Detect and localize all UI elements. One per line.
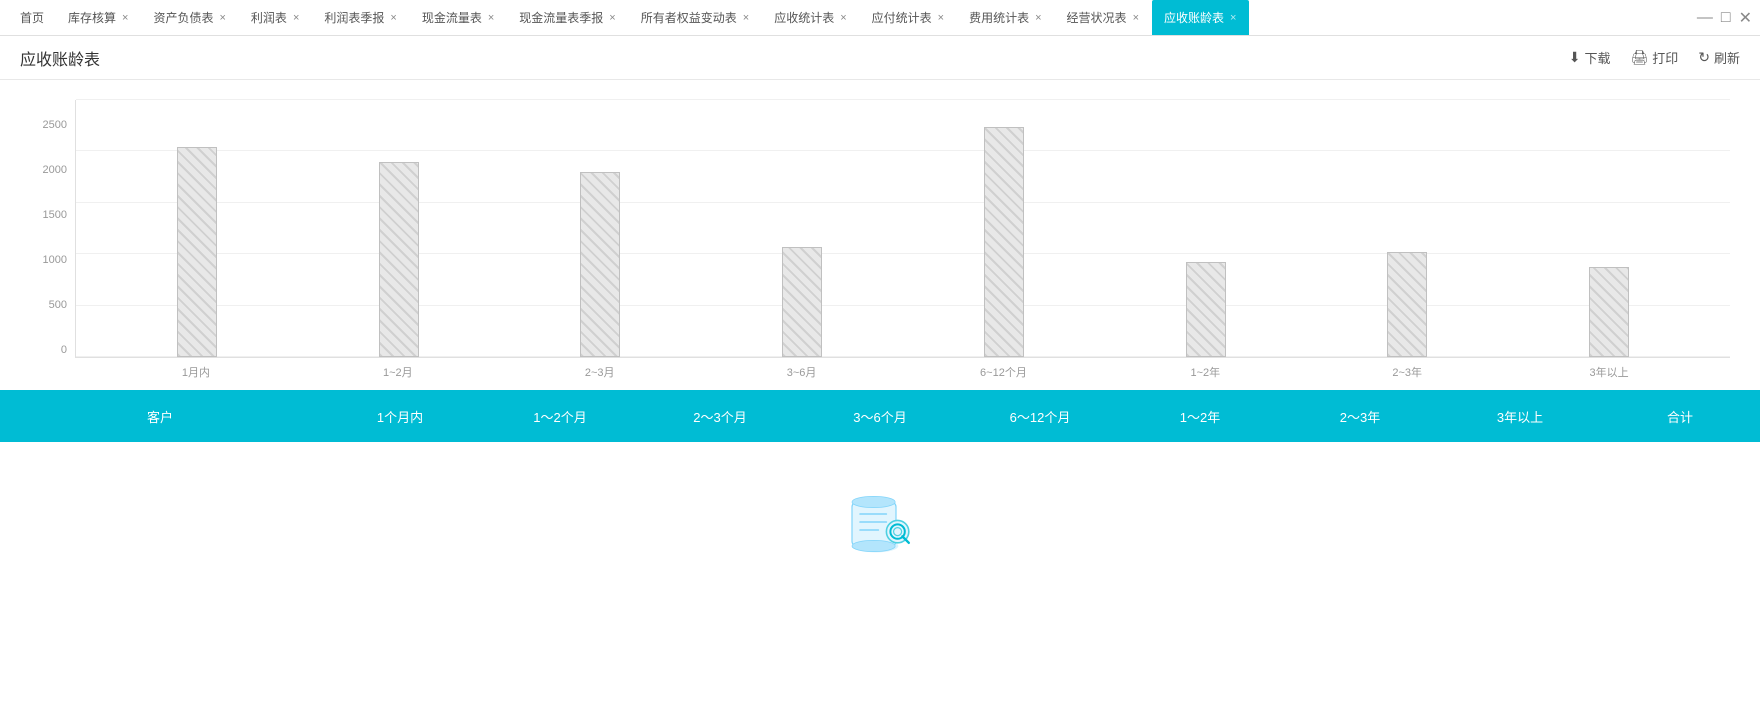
- tab-ar-aging[interactable]: 应收账龄表 ×: [1152, 0, 1249, 36]
- page-title: 应收账龄表: [20, 46, 100, 70]
- bar-group-2: [379, 162, 419, 357]
- tab-balance-sheet[interactable]: 资产负债表 ×: [141, 0, 238, 36]
- empty-state: [0, 442, 1760, 582]
- bar-group-6: [1186, 262, 1226, 357]
- bar-6-12month: [984, 127, 1024, 357]
- tab-close-profit[interactable]: ×: [293, 12, 299, 24]
- main-content: 2500 2000 1500 1000 500 0: [0, 80, 1760, 720]
- col-header-2-3month: 2～3个月: [640, 407, 800, 426]
- tab-profit-quarterly[interactable]: 利润表季报 ×: [312, 0, 409, 36]
- bars-row: [76, 100, 1730, 357]
- y-label-2500: 2500: [43, 120, 67, 131]
- x-label-1-2month: 1~2月: [368, 364, 428, 380]
- window-actions: — □ ✕: [1697, 8, 1752, 28]
- grid-and-bars: [75, 100, 1730, 358]
- y-label-1500: 1500: [43, 210, 67, 221]
- chart-inner: 1月内 1~2月 2~3月 3~6月 6~12个月 1~2年 2~3年 3年以上: [75, 100, 1730, 380]
- tab-close-equity[interactable]: ×: [743, 12, 749, 24]
- y-label-500: 500: [49, 300, 67, 311]
- bar-group-1: [177, 147, 217, 357]
- tab-close-ar-stats[interactable]: ×: [840, 12, 846, 24]
- tab-close-inventory[interactable]: ×: [122, 12, 128, 24]
- tab-bar: 首页 库存核算 × 资产负债表 × 利润表 × 利润表季报 × 现金流量表 × …: [0, 0, 1760, 36]
- tab-expense-stats[interactable]: 费用统计表 ×: [957, 0, 1054, 36]
- tab-equity[interactable]: 所有者权益变动表 ×: [629, 0, 762, 36]
- chart-area: 2500 2000 1500 1000 500 0: [0, 80, 1760, 390]
- bar-group-3: [580, 172, 620, 357]
- x-label-3plus: 3年以上: [1579, 364, 1639, 380]
- x-label-2-3year: 2~3年: [1377, 364, 1437, 380]
- bar-1month: [177, 147, 217, 357]
- bar-group-8: [1589, 267, 1629, 357]
- tab-home[interactable]: 首页: [8, 9, 56, 26]
- page-header: 应收账龄表 ⬇ 下载 🖨 打印 ↻ 刷新: [0, 36, 1760, 80]
- download-icon: ⬇: [1569, 49, 1581, 66]
- minimize-button[interactable]: —: [1697, 9, 1713, 27]
- tab-profit[interactable]: 利润表 ×: [239, 0, 312, 36]
- x-label-3-6month: 3~6月: [772, 364, 832, 380]
- bar-group-7: [1387, 252, 1427, 357]
- tab-ap-stats[interactable]: 应付统计表 ×: [860, 0, 957, 36]
- col-header-customer: 客户: [0, 407, 320, 426]
- tab-close-operations[interactable]: ×: [1133, 12, 1139, 24]
- x-labels: 1月内 1~2月 2~3月 3~6月 6~12个月 1~2年 2~3年 3年以上: [75, 358, 1730, 380]
- tab-cashflow-quarterly[interactable]: 现金流量表季报 ×: [507, 0, 628, 36]
- table-header: 客户 1个月内 1～2个月 2～3个月 3～6个月 6～12个月 1～2年 2～…: [0, 390, 1760, 442]
- tab-close-ar-aging[interactable]: ×: [1230, 12, 1236, 24]
- y-axis: 2500 2000 1500 1000 500 0: [30, 120, 75, 380]
- tab-ar-stats[interactable]: 应收统计表 ×: [762, 0, 859, 36]
- tab-close-balance-sheet[interactable]: ×: [219, 12, 225, 24]
- y-label-0: 0: [61, 345, 67, 356]
- tab-operations[interactable]: 经营状况表 ×: [1055, 0, 1152, 36]
- page-actions: ⬇ 下载 🖨 打印 ↻ 刷新: [1569, 48, 1740, 67]
- print-button[interactable]: 🖨 打印: [1630, 48, 1678, 67]
- col-header-total: 合计: [1600, 407, 1760, 426]
- tab-close-cashflow-quarterly[interactable]: ×: [609, 12, 615, 24]
- y-label-2000: 2000: [43, 165, 67, 176]
- bar-2-3year: [1387, 252, 1427, 357]
- refresh-icon: ↻: [1698, 49, 1710, 66]
- tab-inventory[interactable]: 库存核算 ×: [56, 0, 141, 36]
- maximize-button[interactable]: □: [1721, 9, 1731, 27]
- tab-close-expense-stats[interactable]: ×: [1035, 12, 1041, 24]
- x-label-6-12month: 6~12个月: [973, 364, 1033, 380]
- tab-close-ap-stats[interactable]: ×: [938, 12, 944, 24]
- download-button[interactable]: ⬇ 下载: [1569, 48, 1611, 67]
- print-icon: 🖨: [1630, 49, 1648, 66]
- tab-close-cashflow[interactable]: ×: [488, 12, 494, 24]
- chart-container: 2500 2000 1500 1000 500 0: [30, 100, 1730, 380]
- col-header-2-3year: 2～3年: [1280, 407, 1440, 426]
- bar-3plus-year: [1589, 267, 1629, 357]
- bar-3-6month: [782, 247, 822, 357]
- refresh-button[interactable]: ↻ 刷新: [1698, 48, 1740, 67]
- tab-close-profit-quarterly[interactable]: ×: [390, 12, 396, 24]
- x-label-1month: 1月内: [166, 364, 226, 380]
- bar-1-2year: [1186, 262, 1226, 357]
- col-header-6-12month: 6～12个月: [960, 407, 1120, 426]
- col-header-1month: 1个月内: [320, 407, 480, 426]
- close-button[interactable]: ✕: [1739, 8, 1752, 28]
- tab-cashflow[interactable]: 现金流量表 ×: [410, 0, 507, 36]
- bar-2-3month: [580, 172, 620, 357]
- bar-group-4: [782, 247, 822, 357]
- bar-group-5: [984, 127, 1024, 357]
- y-label-1000: 1000: [43, 255, 67, 266]
- col-header-3-6month: 3～6个月: [800, 407, 960, 426]
- col-header-3plus: 3年以上: [1440, 407, 1600, 426]
- x-label-1-2year: 1~2年: [1175, 364, 1235, 380]
- col-header-1-2month: 1～2个月: [480, 407, 640, 426]
- x-label-2-3month: 2~3月: [570, 364, 630, 380]
- col-header-1-2year: 1～2年: [1120, 407, 1280, 426]
- bar-1-2month: [379, 162, 419, 357]
- empty-state-icon: [830, 482, 930, 562]
